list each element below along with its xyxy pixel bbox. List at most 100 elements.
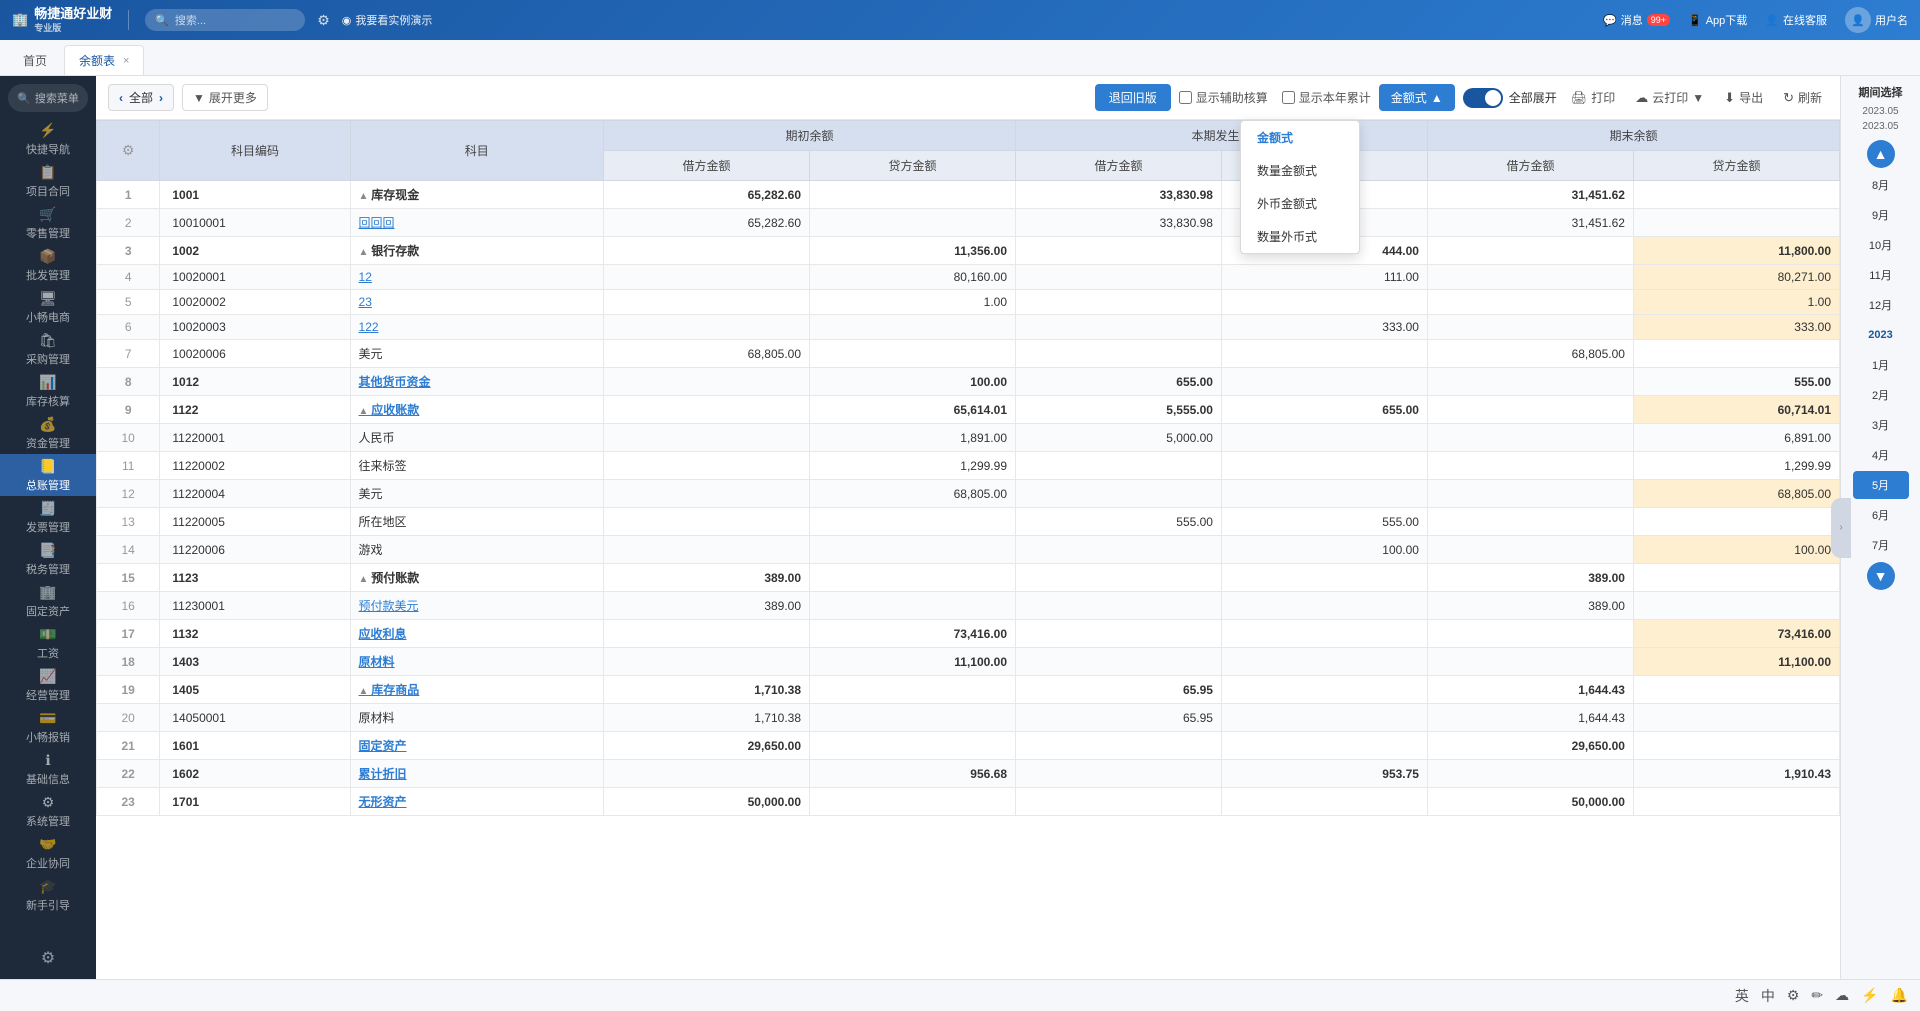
tab-home-label: 首页 — [23, 52, 47, 69]
refresh-btn[interactable]: ↻ 刷新 — [1777, 85, 1828, 110]
app-download-label: App下载 — [1706, 12, 1748, 28]
period-month-12[interactable]: 12月 — [1853, 291, 1909, 319]
cell-name[interactable]: 其他货币资金 — [350, 368, 604, 396]
cell-name[interactable]: 原材料 — [350, 648, 604, 676]
sidebar-item-assets[interactable]: 🏢 固定资产 — [0, 580, 96, 622]
expand-all-toggle[interactable]: 全部展开 — [1463, 88, 1557, 108]
table-row: 1411220006游戏100.00100.00 — [97, 536, 1840, 564]
toggle-track[interactable] — [1463, 88, 1503, 108]
sidebar-item-guide[interactable]: 🎓 新手引导 — [0, 874, 96, 916]
sidebar-item-system[interactable]: ⚙ 系统管理 — [0, 790, 96, 832]
sidebar-item-operations[interactable]: 📈 经营管理 — [0, 664, 96, 706]
expand-more-btn[interactable]: ▼ 展开更多 — [182, 84, 268, 111]
cell-name[interactable]: 应收利息 — [350, 620, 604, 648]
bottom-bell-icon[interactable]: 🔔 — [1891, 987, 1908, 1004]
notification-count: 99+ — [1647, 14, 1670, 26]
period-down-arrow[interactable]: ▼ — [1867, 562, 1895, 590]
top-search[interactable]: 🔍 搜索... — [145, 9, 305, 31]
period-month-3[interactable]: 3月 — [1853, 411, 1909, 439]
cell-name[interactable]: 回回回 — [350, 209, 604, 237]
sidebar-item-funds[interactable]: 💰 资金管理 — [0, 412, 96, 454]
sidebar-item-quick-nav[interactable]: ⚡ 快捷导航 — [0, 118, 96, 160]
cell-name[interactable]: 23 — [350, 290, 604, 315]
cell-name[interactable]: 12 — [350, 265, 604, 290]
sidebar-item-collab[interactable]: 🤝 企业协同 — [0, 832, 96, 874]
th-settings[interactable]: ⚙ — [97, 121, 160, 181]
cell-code: 14050001 — [160, 704, 350, 732]
sidebar-item-contract[interactable]: 📋 项目合同 — [0, 160, 96, 202]
cell-name[interactable]: 无形资产 — [350, 788, 604, 816]
back-to-old-btn[interactable]: 退回旧版 — [1095, 84, 1171, 111]
cell-name[interactable]: 预付款美元 — [350, 592, 604, 620]
year-total-checkbox[interactable]: 显示本年累计 — [1282, 89, 1371, 106]
sidebar-item-purchase[interactable]: 🛍 采购管理 — [0, 328, 96, 370]
period-month-8[interactable]: 8月 — [1853, 171, 1909, 199]
sidebar-system-label: 系统管理 — [26, 813, 70, 829]
amount-mode-btn[interactable]: 金额式 ▲ — [1379, 84, 1455, 111]
sidebar-wholesale-label: 批发管理 — [26, 267, 70, 283]
sidebar-item-salary[interactable]: 💵 工资 — [0, 622, 96, 664]
period-month-7[interactable]: 7月 — [1853, 531, 1909, 559]
sidebar-item-basic-info[interactable]: ℹ 基础信息 — [0, 748, 96, 790]
sidebar-item-ecommerce[interactable]: 🖥 小畅电商 — [0, 286, 96, 328]
tab-home[interactable]: 首页 — [8, 45, 62, 75]
period-month-4[interactable]: 4月 — [1853, 441, 1909, 469]
dropdown-item-amount[interactable]: 金额式 — [1241, 121, 1359, 154]
user-avatar[interactable]: 👤 用户名 — [1845, 7, 1908, 33]
dropdown-item-foreign-amount[interactable]: 外币金额式 — [1241, 187, 1359, 220]
settings-icon[interactable]: ⚙ — [317, 12, 330, 29]
cell-name[interactable]: ▲ 库存商品 — [350, 676, 604, 704]
sidebar-item-retail[interactable]: 🛒 零售管理 — [0, 202, 96, 244]
period-month-10[interactable]: 10月 — [1853, 231, 1909, 259]
period-month-5[interactable]: 5月 — [1853, 471, 1909, 499]
period-up-arrow[interactable]: ▲ — [1867, 140, 1895, 168]
sidebar-inventory-label: 库存核算 — [26, 393, 70, 409]
export-btn[interactable]: ⬇ 导出 — [1718, 85, 1769, 110]
bottom-edit-icon[interactable]: ✏ — [1811, 987, 1823, 1004]
auxiliary-checkbox-input[interactable] — [1179, 91, 1192, 104]
dropdown-item-qty-foreign[interactable]: 数量外币式 — [1241, 220, 1359, 253]
notification-btn[interactable]: 💬 消息 99+ — [1603, 12, 1670, 28]
period-month-9[interactable]: 9月 — [1853, 201, 1909, 229]
filter-all-btn[interactable]: ‹ 全部 › — [108, 84, 174, 111]
sidebar-item-ledger[interactable]: 📒 总账管理 — [0, 454, 96, 496]
print-btn[interactable]: 🖨 打印 — [1565, 85, 1622, 110]
sidebar-item-wholesale[interactable]: 📦 批发管理 — [0, 244, 96, 286]
bottom-bar: 英 中 ⚙ ✏ ☁ ⚡ 🔔 — [0, 979, 1920, 1011]
lang-cn-icon[interactable]: 中 — [1761, 986, 1775, 1006]
year-total-checkbox-input[interactable] — [1282, 91, 1295, 104]
period-month-2[interactable]: 2月 — [1853, 381, 1909, 409]
auxiliary-checkbox[interactable]: 显示辅助核算 — [1179, 89, 1268, 106]
sidebar-guide-label: 新手引导 — [26, 897, 70, 913]
period-year-2023[interactable]: 2023 — [1853, 321, 1909, 349]
cell-name[interactable]: 累计折旧 — [350, 760, 604, 788]
cloud-print-btn[interactable]: ☁ 云打印 ▼ — [1629, 85, 1710, 110]
cell-name[interactable]: 122 — [350, 315, 604, 340]
bottom-settings-icon[interactable]: ⚙ — [1787, 987, 1800, 1004]
online-service-btn[interactable]: 👤 在线客服 — [1765, 12, 1827, 28]
tab-close-icon[interactable]: × — [123, 55, 129, 67]
collapse-btn[interactable]: › — [1831, 498, 1851, 558]
sidebar-item-inventory[interactable]: 📊 库存核算 — [0, 370, 96, 412]
period-month-6[interactable]: 6月 — [1853, 501, 1909, 529]
dropdown-item-qty-amount[interactable]: 数量金额式 — [1241, 154, 1359, 187]
sidebar-settings-icon[interactable]: ⚙ — [0, 937, 96, 979]
sidebar-search[interactable]: 🔍 搜索菜单 — [8, 84, 88, 112]
lang-switch-icon[interactable]: 英 — [1735, 986, 1749, 1006]
sidebar-item-invoice[interactable]: 🧾 发票管理 — [0, 496, 96, 538]
bottom-cloud-icon[interactable]: ☁ — [1835, 987, 1849, 1004]
app-download-btn[interactable]: 📱 App下载 — [1688, 12, 1747, 28]
tab-balance[interactable]: 余额表 × — [64, 45, 144, 75]
top-right-actions: 💬 消息 99+ 📱 App下载 👤 在线客服 👤 用户名 — [1603, 7, 1908, 33]
sidebar-item-tax[interactable]: 📑 税务管理 — [0, 538, 96, 580]
period-month-1[interactable]: 1月 — [1853, 351, 1909, 379]
table-row: 211601固定资产29,650.0029,650.00 — [97, 732, 1840, 760]
balance-table: ⚙ 科目编码 科目 期初余额 本期发生额 期末余额 借方金额 贷方金额 借方金额… — [96, 120, 1840, 816]
column-settings-icon[interactable]: ⚙ — [122, 142, 135, 158]
cell-name[interactable]: 固定资产 — [350, 732, 604, 760]
sidebar-item-expense[interactable]: 💳 小畅报销 — [0, 706, 96, 748]
cell-name[interactable]: ▲ 应收账款 — [350, 396, 604, 424]
bottom-bolt-icon[interactable]: ⚡ — [1861, 987, 1878, 1004]
demo-link[interactable]: ◉ 我要看实例演示 — [342, 12, 433, 28]
period-month-11[interactable]: 11月 — [1853, 261, 1909, 289]
